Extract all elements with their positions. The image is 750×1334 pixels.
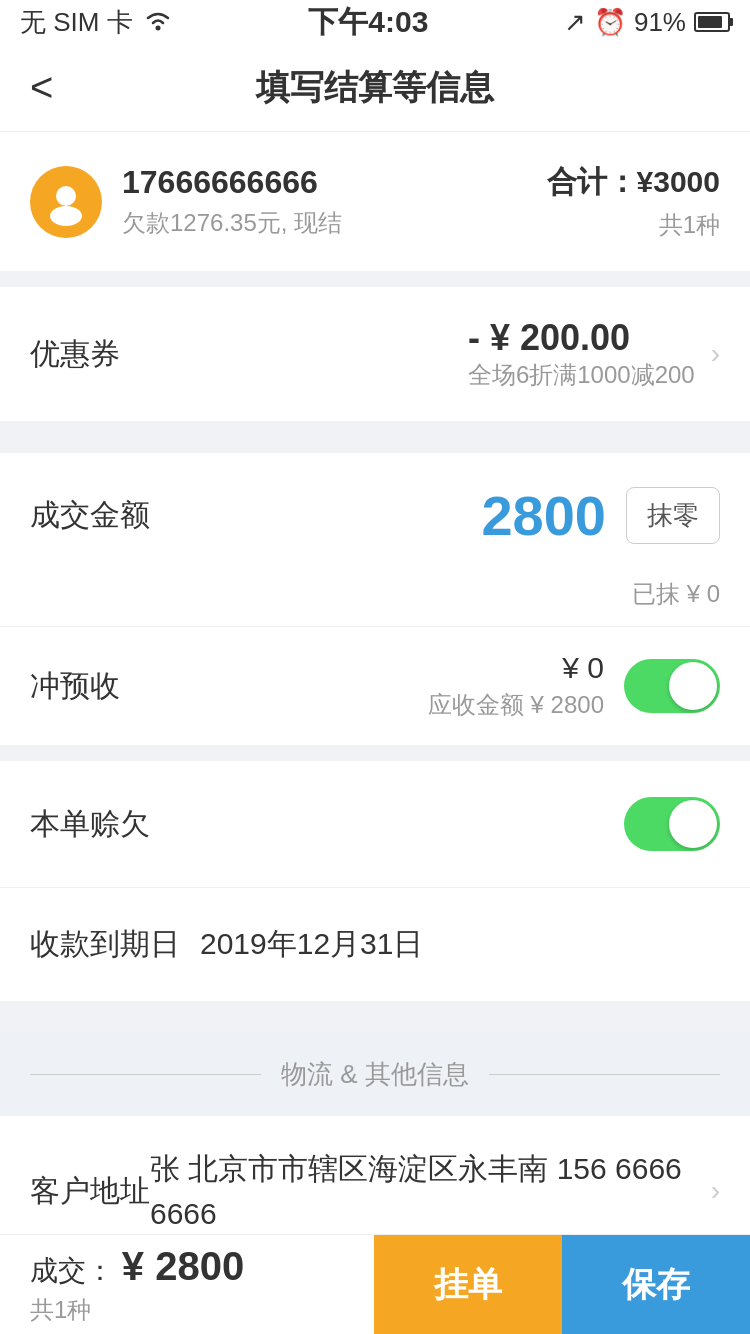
deal-right: 2800 抹零 — [481, 483, 720, 548]
header-line-left — [30, 1074, 261, 1075]
header-line-right — [489, 1074, 720, 1075]
discount-desc: 全场6折满1000减200 — [468, 359, 695, 391]
nav-bar: < 填写结算等信息 — [0, 44, 750, 132]
separator-3 — [0, 1017, 750, 1033]
battery-percent: 91% — [634, 7, 686, 38]
status-bar: 无 SIM 卡 下午4:03 ↗ ⏰ 91% — [0, 0, 750, 44]
status-left: 无 SIM 卡 — [20, 5, 173, 40]
back-button[interactable]: < — [30, 65, 90, 110]
deal-prefix: 成交： — [30, 1255, 114, 1286]
svg-point-0 — [155, 25, 160, 30]
carrier-text: 无 SIM 卡 — [20, 5, 133, 40]
coupon-right: - ¥ 200.00 全场6折满1000减200 › — [468, 317, 720, 391]
due-date-label: 收款到期日 — [30, 924, 180, 965]
coupon-card: 优惠券 - ¥ 200.00 全场6折满1000减200 › — [0, 287, 750, 421]
debt-row: 本单赊欠 — [0, 761, 750, 887]
chevron-right-icon: › — [711, 338, 720, 370]
prepayment-row: 冲预收 ¥ 0 应收金额 ¥ 2800 — [0, 626, 750, 745]
prepayment-amount: ¥ 0 — [428, 651, 604, 685]
save-button[interactable]: 保存 — [562, 1235, 750, 1335]
discount-amount: - ¥ 200.00 — [468, 317, 695, 359]
coupon-row[interactable]: 优惠券 - ¥ 200.00 全场6折满1000减200 › — [0, 287, 750, 421]
battery-icon — [694, 12, 730, 32]
deal-amount-value: 2800 — [481, 483, 606, 548]
avatar — [30, 166, 102, 238]
address-chevron-icon: › — [711, 1175, 720, 1207]
location-icon: ↗ — [564, 7, 586, 38]
debt-card: 本单赊欠 收款到期日 2019年12月31日 — [0, 761, 750, 1001]
coupon-label: 优惠券 — [30, 334, 120, 375]
page-title: 填写结算等信息 — [90, 65, 660, 111]
status-right: ↗ ⏰ 91% — [564, 7, 730, 38]
due-date-row: 收款到期日 2019年12月31日 — [0, 887, 750, 1001]
deal-amount-label: 成交金额 — [30, 495, 150, 536]
debt-toggle-knob — [669, 800, 717, 848]
prepayment-toggle[interactable] — [624, 659, 720, 713]
customer-debt: 欠款1276.35元, 现结 — [122, 207, 547, 239]
deal-sub: 已抹 ¥ 0 — [0, 578, 750, 626]
debt-toggle[interactable] — [624, 797, 720, 851]
wifi-icon — [143, 7, 173, 38]
deal-amount-row: 成交金额 2800 抹零 — [0, 453, 750, 578]
address-label: 客户地址 — [30, 1171, 150, 1212]
deal-section: 成交金额 2800 抹零 已抹 ¥ 0 冲预收 ¥ 0 应收金额 ¥ 2800 — [0, 453, 750, 745]
prepayment-label: 冲预收 — [30, 666, 120, 707]
svg-point-2 — [50, 206, 82, 226]
separator-1 — [0, 437, 750, 453]
customer-total: 合计：¥3000 共1种 — [547, 162, 720, 241]
hang-button[interactable]: 挂单 — [374, 1235, 562, 1335]
debt-label: 本单赊欠 — [30, 804, 150, 845]
address-value: 张 北京市市辖区海淀区永丰南 156 6666 6666 — [150, 1146, 695, 1236]
total-count: 共1种 — [547, 209, 720, 241]
separator-2 — [0, 745, 750, 761]
alarm-icon: ⏰ — [594, 7, 626, 38]
bottom-summary: 成交： ¥ 2800 共1种 — [0, 1244, 374, 1326]
customer-info: 17666666666 欠款1276.35元, 现结 — [122, 164, 547, 239]
customer-row: 17666666666 欠款1276.35元, 现结 合计：¥3000 共1种 — [0, 132, 750, 271]
bottom-deal-label: 成交： ¥ 2800 — [30, 1244, 344, 1290]
bottom-deal-amount: ¥ 2800 — [122, 1244, 244, 1288]
customer-card: 17666666666 欠款1276.35元, 现结 合计：¥3000 共1种 — [0, 132, 750, 271]
bottom-bar: 成交： ¥ 2800 共1种 挂单 保存 — [0, 1234, 750, 1334]
bottom-count: 共1种 — [30, 1294, 344, 1326]
prepayment-right: ¥ 0 应收金额 ¥ 2800 — [428, 651, 604, 721]
total-amount: 合计：¥3000 — [547, 162, 720, 203]
section-header-text: 物流 & 其他信息 — [281, 1057, 469, 1092]
status-time: 下午4:03 — [308, 2, 428, 43]
customer-phone: 17666666666 — [122, 164, 547, 201]
due-date-value: 2019年12月31日 — [200, 924, 423, 965]
prepayment-sub: 应收金额 ¥ 2800 — [428, 689, 604, 721]
svg-point-1 — [56, 186, 76, 206]
round-zero-button[interactable]: 抹零 — [626, 487, 720, 544]
toggle-knob — [669, 662, 717, 710]
section-header: 物流 & 其他信息 — [0, 1033, 750, 1116]
